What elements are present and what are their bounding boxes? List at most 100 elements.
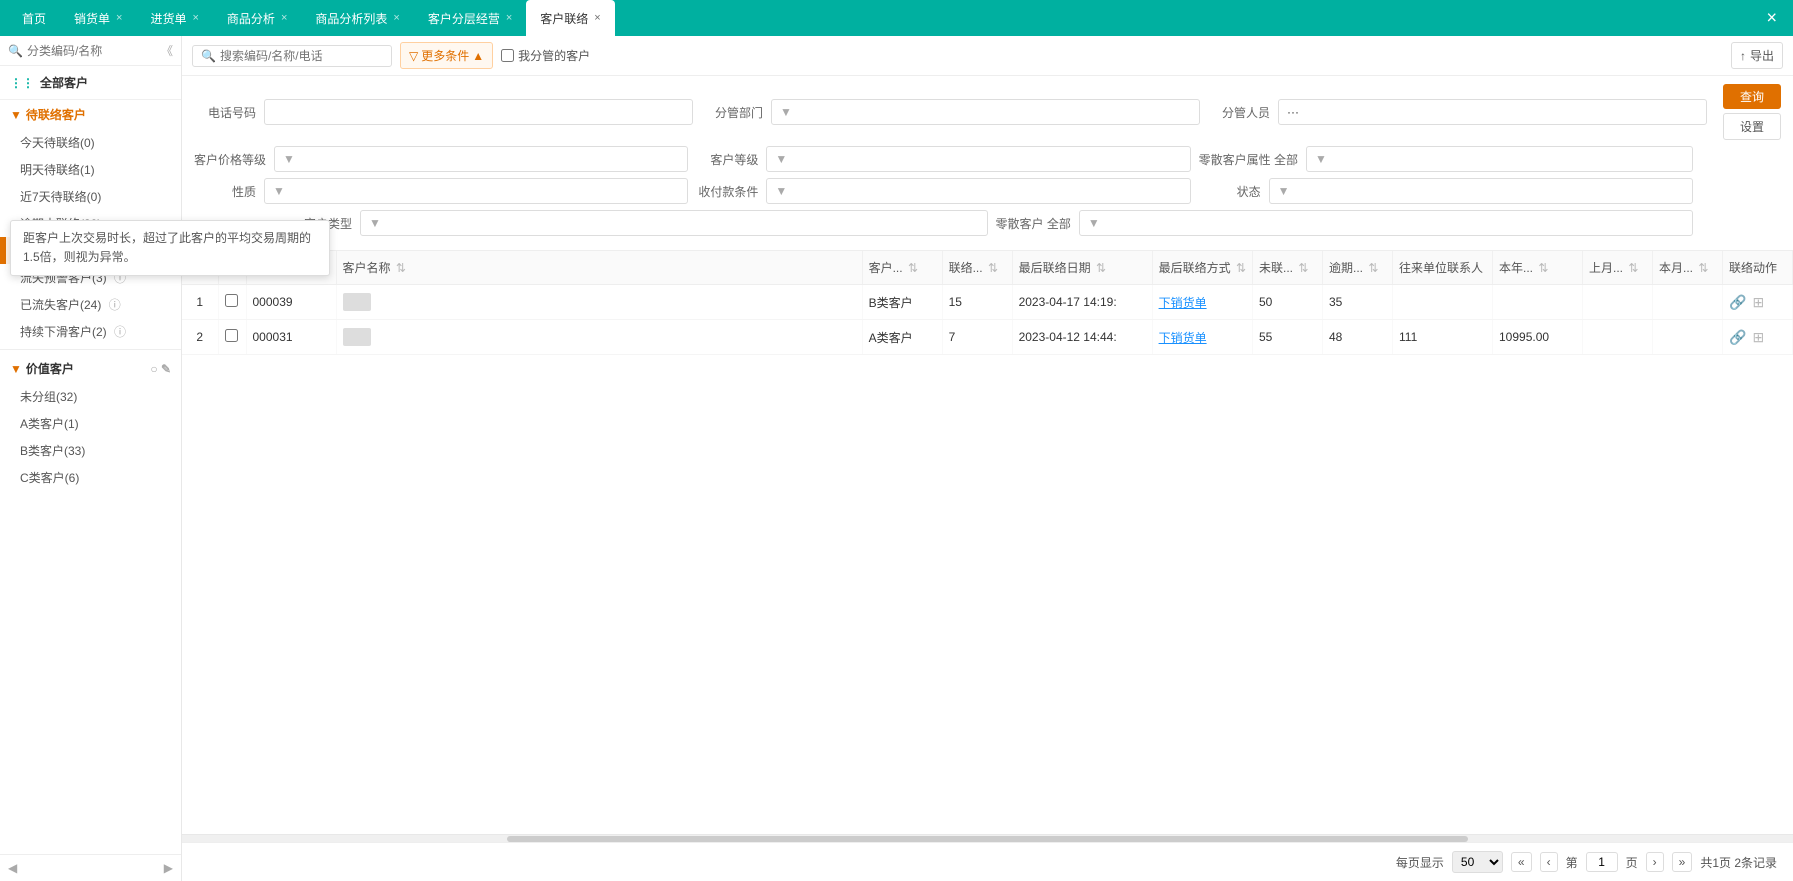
method-link-1[interactable]: 下销货单 — [1159, 296, 1207, 310]
sidebar-item-declining[interactable]: 持续下滑客户(2) ⓘ — [0, 318, 181, 345]
close-icon-analysis[interactable]: × — [281, 12, 287, 24]
method-link-2[interactable]: 下销货单 — [1159, 331, 1207, 345]
main-search-input[interactable] — [220, 49, 380, 63]
action-link-icon-1[interactable]: 🔗 — [1729, 294, 1746, 311]
close-icon-customer-tier[interactable]: × — [506, 12, 512, 24]
edit-icons[interactable]: ○ ✎ — [150, 362, 171, 376]
nav-tab-sales[interactable]: 销货单 × — [60, 0, 136, 36]
scroll-thumb[interactable] — [507, 836, 1469, 842]
sidebar-item-a-class[interactable]: A类客户(1) — [0, 410, 181, 437]
query-button[interactable]: 查询 — [1723, 84, 1781, 109]
gender-label: 性质 — [194, 183, 264, 200]
sidebar-collapse-button[interactable]: 《 — [161, 42, 173, 59]
th-this-month[interactable]: 本月... ⇅ — [1653, 251, 1723, 285]
th-level[interactable]: 客户... ⇅ — [862, 251, 942, 285]
th-last-contact-method[interactable]: 最后联络方式 ⇅ — [1152, 251, 1252, 285]
action-grid-icon-1[interactable]: ⊞ — [1752, 294, 1764, 311]
nav-tab-home[interactable]: 首页 — [8, 0, 60, 36]
my-customers-check[interactable] — [501, 49, 514, 62]
phone-input[interactable] — [264, 99, 693, 125]
sidebar-item-c-class[interactable]: C类客户(6) — [0, 464, 181, 491]
action-link-icon-2[interactable]: 🔗 — [1729, 329, 1746, 346]
avatar-2 — [343, 328, 371, 346]
action-grid-icon-2[interactable]: ⊞ — [1752, 329, 1764, 346]
sort-icon-this-month: ⇅ — [1698, 261, 1708, 275]
sidebar-all-customers[interactable]: ⋮⋮ 全部客户 — [0, 66, 181, 100]
nav-tab-analysis[interactable]: 商品分析 × — [213, 0, 301, 36]
sidebar-group-pending[interactable]: ▼ 待联络客户 — [0, 100, 181, 129]
more-filter-button[interactable]: ▽ 更多条件 ▲ — [400, 42, 493, 69]
search-box: 🔍 — [192, 45, 392, 67]
th-overdue[interactable]: 逾期... ⇅ — [1323, 251, 1393, 285]
filter-dept: 分管部门 ▼ — [701, 99, 1200, 125]
td-level-1: B类客户 — [862, 285, 942, 320]
nav-tab-purchase[interactable]: 进货单 × — [136, 0, 212, 36]
th-name[interactable]: 客户名称 ⇅ — [336, 251, 862, 285]
nav-tab-sales-label: 销货单 — [74, 10, 110, 27]
sidebar-item-churned[interactable]: 已流失客户(24) ⓘ — [0, 291, 181, 318]
td-method-1[interactable]: 下销货单 — [1152, 285, 1252, 320]
settings-button[interactable]: 设置 — [1723, 113, 1781, 140]
status-select[interactable]: ▼ — [1269, 178, 1693, 204]
payment-select[interactable]: ▼ — [766, 178, 1190, 204]
sidebar: 🔍 《 ⋮⋮ 全部客户 ▼ 待联络客户 今天待联络(0) 明天待联络(1) 近7… — [0, 36, 182, 881]
retail-attr-select[interactable]: ▼ — [1306, 146, 1693, 172]
row-checkbox-2[interactable] — [225, 329, 238, 342]
filter-manager: 分管人员 ··· — [1208, 99, 1707, 125]
customer-level-select[interactable]: ▼ — [766, 146, 1190, 172]
nav-tab-analysis-list[interactable]: 商品分析列表 × — [301, 0, 413, 36]
sidebar-search-input[interactable] — [27, 44, 161, 58]
th-contact[interactable]: 联络... ⇅ — [942, 251, 1012, 285]
sidebar-left-arrow[interactable]: ◀ — [8, 861, 17, 875]
sidebar-value-group[interactable]: ▼ 价值客户 ○ ✎ — [0, 354, 181, 383]
td-check-2[interactable] — [218, 320, 246, 355]
gender-select[interactable]: ▼ — [264, 178, 688, 204]
close-icon-purchase[interactable]: × — [192, 12, 198, 24]
customer-level-label: 客户等级 — [696, 151, 766, 168]
th-last-month[interactable]: 上月... ⇅ — [1583, 251, 1653, 285]
nav-tab-customer-contact[interactable]: 客户联络 × — [526, 0, 614, 36]
retail-arrow: ▼ — [1088, 216, 1100, 230]
customers-icon: ⋮⋮ — [10, 76, 34, 90]
next-page-button[interactable]: › — [1646, 852, 1664, 872]
prev-page-button[interactable]: ‹ — [1540, 852, 1558, 872]
sort-icon-name: ⇅ — [396, 261, 406, 275]
sidebar-item-tomorrow[interactable]: 明天待联络(1) — [0, 156, 181, 183]
th-uncontacted[interactable]: 未联... ⇅ — [1253, 251, 1323, 285]
th-contact-person[interactable]: 往来单位联系人 — [1393, 251, 1493, 285]
row-checkbox-1[interactable] — [225, 294, 238, 307]
page-number-input[interactable] — [1586, 852, 1618, 872]
filter-icon: ▽ — [409, 49, 418, 63]
my-customers-checkbox[interactable]: 我分管的客户 — [501, 47, 590, 64]
td-method-2[interactable]: 下销货单 — [1152, 320, 1252, 355]
sidebar-item-ungrouped[interactable]: 未分组(32) — [0, 383, 181, 410]
sidebar-item-7days[interactable]: 近7天待联络(0) — [0, 183, 181, 210]
last-page-button[interactable]: » — [1672, 852, 1693, 872]
customer-type-select[interactable]: ▼ — [360, 210, 988, 236]
close-icon-customer-contact[interactable]: × — [594, 12, 600, 24]
close-icon-analysis-list[interactable]: × — [393, 12, 399, 24]
td-contact-1: 15 — [942, 285, 1012, 320]
filter-customer-level: 客户等级 ▼ — [696, 146, 1190, 172]
price-level-select[interactable]: ▼ — [274, 146, 688, 172]
td-date-1: 2023-04-17 14:19: — [1012, 285, 1152, 320]
close-icon-sales[interactable]: × — [116, 12, 122, 24]
first-page-button[interactable]: « — [1511, 852, 1532, 872]
th-last-contact-date[interactable]: 最后联络日期 ⇅ — [1012, 251, 1152, 285]
sidebar-item-today[interactable]: 今天待联络(0) — [0, 129, 181, 156]
td-check-1[interactable] — [218, 285, 246, 320]
manager-input[interactable]: ··· — [1278, 99, 1707, 125]
export-button[interactable]: ↑ 导出 — [1731, 42, 1783, 69]
th-this-year[interactable]: 本年... ⇅ — [1493, 251, 1583, 285]
filter-row-2: 客户价格等级 ▼ 客户等级 ▼ 零散客户属性 全部 ▼ — [194, 146, 1781, 172]
close-all-button[interactable]: × — [1766, 8, 1777, 29]
sidebar-item-b-class[interactable]: B类客户(33) — [0, 437, 181, 464]
page-size-select[interactable]: 50 100 200 — [1452, 851, 1503, 873]
tooltip-text: 距客户上次交易时长，超过了此客户的平均交易周期的1.5倍，则视为异常。 — [23, 231, 182, 264]
sidebar-right-arrow[interactable]: ▶ — [164, 861, 173, 875]
filter-phone: 电话号码 — [194, 99, 693, 125]
nav-tab-customer-tier[interactable]: 客户分层经营 × — [414, 0, 526, 36]
dept-select[interactable]: ▼ — [771, 99, 1200, 125]
horizontal-scrollbar[interactable] — [182, 834, 1793, 842]
retail-select[interactable]: ▼ — [1079, 210, 1693, 236]
